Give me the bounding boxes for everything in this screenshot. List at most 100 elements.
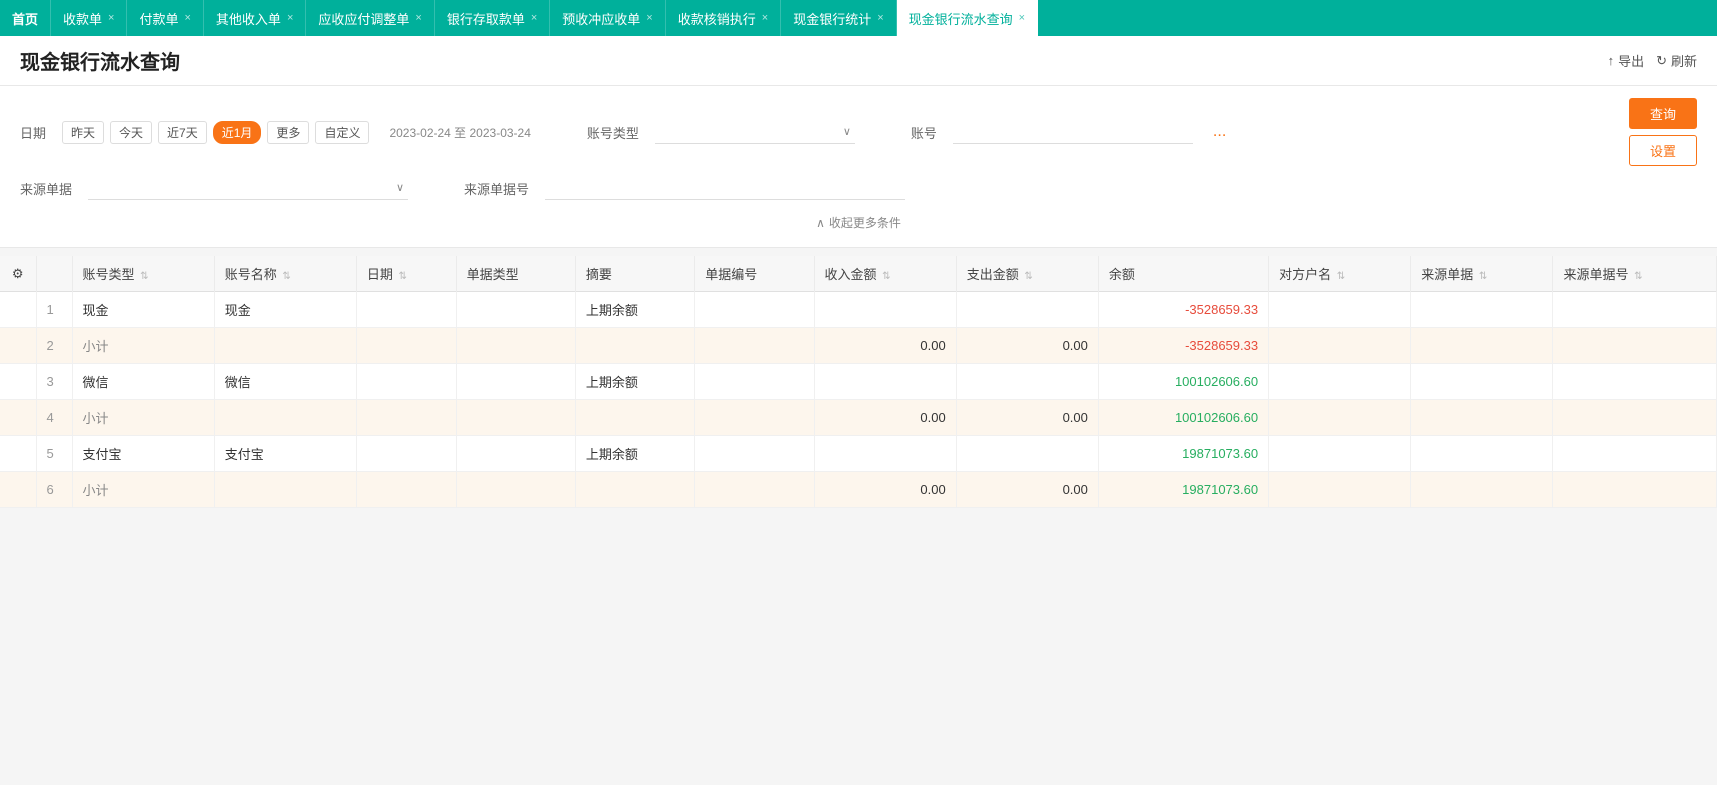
close-icon[interactable]: × <box>108 12 114 24</box>
table-container: ⚙ 账号类型 ⇅ 账号名称 ⇅ 日期 ⇅ 单据类型 摘要 单据编号 收入金额 ⇅… <box>0 256 1717 508</box>
settings-button[interactable]: 设置 <box>1629 135 1697 166</box>
cell-doc-type <box>456 472 575 508</box>
date-btn-昨天[interactable]: 昨天 <box>62 121 104 144</box>
cell-seq: 4 <box>36 400 72 436</box>
close-icon[interactable]: × <box>287 12 293 24</box>
close-icon[interactable]: × <box>646 12 652 24</box>
cell-balance: 100102606.60 <box>1098 400 1268 436</box>
cell-date <box>356 472 456 508</box>
nav-tab-bank-deposit[interactable]: 银行存取款单 × <box>435 0 550 36</box>
cell-summary: 上期余额 <box>575 292 694 328</box>
cell-expense <box>956 436 1098 472</box>
cell-source-doc <box>1411 472 1553 508</box>
cell-counterparty <box>1269 364 1411 400</box>
nav-tab-receipt[interactable]: 收款单 × <box>51 0 127 36</box>
cell-source-doc <box>1411 292 1553 328</box>
close-icon[interactable]: × <box>184 12 190 24</box>
cell-source-doc-no <box>1553 292 1717 328</box>
cell-seq: 3 <box>36 364 72 400</box>
cell-counterparty <box>1269 328 1411 364</box>
cell-source-doc <box>1411 436 1553 472</box>
col-source-doc-no[interactable]: 来源单据号 ⇅ <box>1553 256 1717 292</box>
refresh-icon: ↻ <box>1656 53 1667 69</box>
cell-account-type: 小计 <box>72 400 214 436</box>
cell-seq: 5 <box>36 436 72 472</box>
cell-account-name <box>214 328 356 364</box>
sort-icon: ⇅ <box>1024 271 1032 282</box>
nav-tab-label: 其他收入单 <box>216 9 281 28</box>
cell-expense: 0.00 <box>956 472 1098 508</box>
nav-tab-home[interactable]: 首页 <box>0 0 51 36</box>
nav-tab-collection-exec[interactable]: 收款核销执行× <box>666 0 781 36</box>
nav-tab-payment[interactable]: 付款单× <box>127 0 203 36</box>
nav-tab-label: 收款单 <box>63 9 102 28</box>
col-source-doc[interactable]: 来源单据 ⇅ <box>1411 256 1553 292</box>
col-settings[interactable]: ⚙ <box>0 256 36 292</box>
source-doc-select-wrapper: ∨ <box>88 176 408 200</box>
nav-tab-cash-bank-flow[interactable]: 现金银行流水查询× <box>897 0 1038 36</box>
cell-doc-no <box>695 400 814 436</box>
page-header: 现金银行流水查询 ↑ 导出 ↻ 刷新 <box>0 36 1717 86</box>
nav-tab-other-income[interactable]: 其他收入单 × <box>204 0 306 36</box>
col-date[interactable]: 日期 ⇅ <box>356 256 456 292</box>
top-nav: 首页收款单×付款单×其他收入单×应收应付调整单×银行存取款单×预收冲应收单×收款… <box>0 0 1717 36</box>
cell-doc-no <box>695 364 814 400</box>
cell-doc-no <box>695 436 814 472</box>
source-doc-label: 来源单据 <box>20 179 72 198</box>
col-counterparty[interactable]: 对方户名 ⇅ <box>1269 256 1411 292</box>
account-label: 账号 <box>911 123 937 142</box>
date-btn-自定义[interactable]: 自定义 <box>315 121 369 144</box>
cell-checkbox <box>0 472 36 508</box>
cell-expense: 0.00 <box>956 400 1098 436</box>
cell-doc-type <box>456 328 575 364</box>
table-row: 5 支付宝 支付宝 上期余额 19871073.60 <box>0 436 1717 472</box>
date-btn-今天[interactable]: 今天 <box>110 121 152 144</box>
cell-date <box>356 328 456 364</box>
close-icon[interactable]: × <box>415 12 421 24</box>
collapse-bar[interactable]: ∧ 收起更多条件 <box>20 210 1697 235</box>
export-button[interactable]: ↑ 导出 <box>1608 51 1645 70</box>
account-input[interactable] <box>953 120 1193 144</box>
col-account-type[interactable]: 账号类型 ⇅ <box>72 256 214 292</box>
ellipsis-icon[interactable]: ... <box>1209 123 1230 141</box>
table-header: ⚙ 账号类型 ⇅ 账号名称 ⇅ 日期 ⇅ 单据类型 摘要 单据编号 收入金额 ⇅… <box>0 256 1717 292</box>
nav-tab-label: 银行存取款单 <box>447 9 525 28</box>
cell-doc-type <box>456 364 575 400</box>
col-income[interactable]: 收入金额 ⇅ <box>814 256 956 292</box>
nav-tab-prepaid-offset[interactable]: 预收冲应收单× <box>550 0 665 36</box>
cell-account-type: 小计 <box>72 328 214 364</box>
date-btn-近7天[interactable]: 近7天 <box>158 121 207 144</box>
cell-balance: -3528659.33 <box>1098 328 1268 364</box>
query-button[interactable]: 查询 <box>1629 98 1697 129</box>
account-type-select[interactable]: 现金 微信 支付宝 <box>655 120 855 143</box>
nav-tab-cash-bank-stats[interactable]: 现金银行统计× <box>781 0 896 36</box>
close-icon[interactable]: × <box>1019 12 1025 24</box>
close-icon[interactable]: × <box>877 12 883 24</box>
col-account-name[interactable]: 账号名称 ⇅ <box>214 256 356 292</box>
gear-icon: ⚙ <box>12 266 24 281</box>
sort-icon: ⇅ <box>282 271 290 282</box>
cell-income: 0.00 <box>814 400 956 436</box>
account-type-select-wrapper: 现金 微信 支付宝 ∨ <box>655 120 855 144</box>
date-btn-更多[interactable]: 更多 <box>267 121 309 144</box>
cell-expense: 0.00 <box>956 328 1098 364</box>
sort-icon: ⇅ <box>882 271 890 282</box>
close-icon[interactable]: × <box>531 12 537 24</box>
cell-seq: 6 <box>36 472 72 508</box>
cell-income <box>814 436 956 472</box>
sort-icon: ⇅ <box>1634 271 1642 282</box>
cell-account-name <box>214 400 356 436</box>
source-doc-select[interactable] <box>88 176 408 199</box>
col-expense[interactable]: 支出金额 ⇅ <box>956 256 1098 292</box>
date-btn-近1月[interactable]: 近1月 <box>213 121 262 144</box>
cell-counterparty <box>1269 472 1411 508</box>
cell-checkbox <box>0 364 36 400</box>
cell-counterparty <box>1269 292 1411 328</box>
close-icon[interactable]: × <box>762 12 768 24</box>
refresh-button[interactable]: ↻ 刷新 <box>1656 51 1697 70</box>
nav-tab-ap-adjustment[interactable]: 应收应付调整单× <box>306 0 434 36</box>
cell-date <box>356 436 456 472</box>
source-doc-no-input[interactable] <box>545 176 905 200</box>
cell-expense <box>956 292 1098 328</box>
cell-balance: 100102606.60 <box>1098 364 1268 400</box>
